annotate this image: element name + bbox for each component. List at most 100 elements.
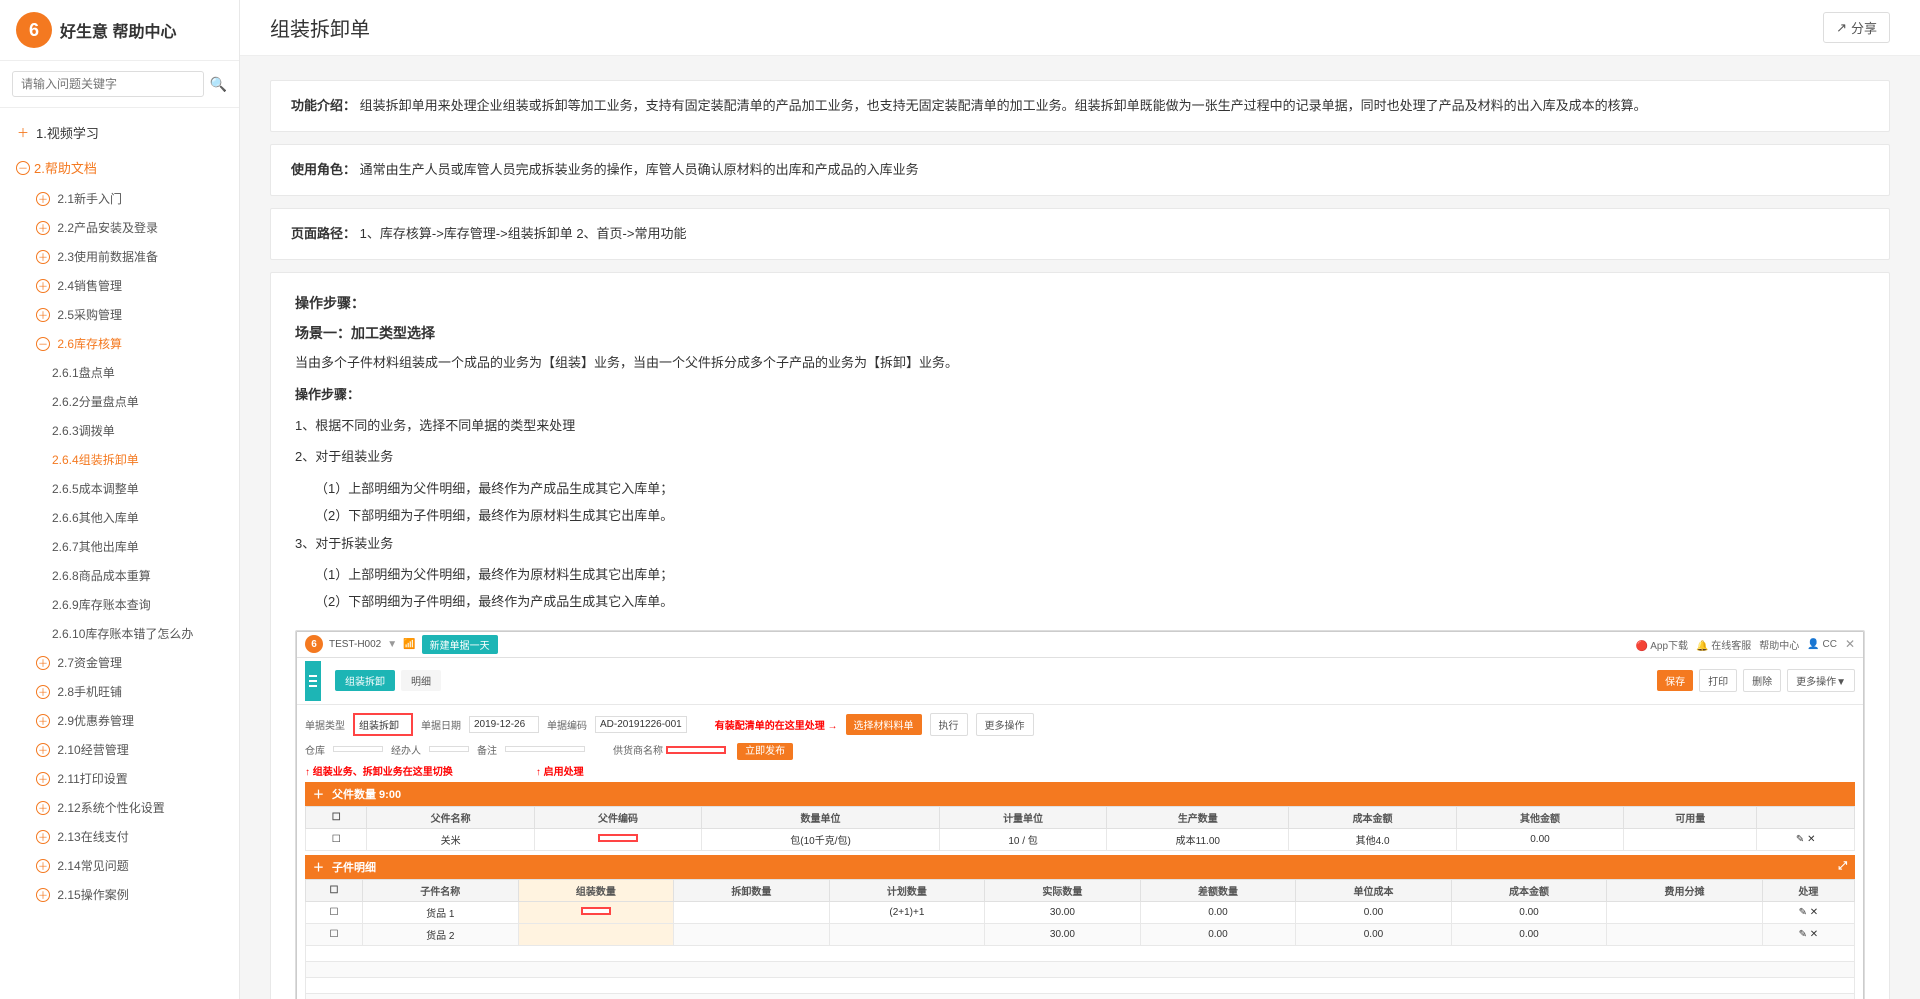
td-l-ops: ✎ ✕ bbox=[1762, 923, 1854, 945]
main-content: 功能介绍： 组装拆卸单用来处理企业组装或拆卸等加工业务，支持有固定装配清单的产品… bbox=[240, 56, 1920, 999]
lower-table-row bbox=[306, 945, 1855, 961]
th-l-name: 子件名称 bbox=[363, 879, 519, 901]
td-l-disassemble-qty bbox=[674, 901, 830, 923]
sidebar-item-cost-adjust[interactable]: 2.6.5成本调整单 bbox=[0, 474, 239, 503]
plus-icon-sm: ＋ bbox=[36, 250, 50, 264]
sidebar-item-video-learning[interactable]: ＋ 1.视频学习 bbox=[0, 116, 239, 149]
sidebar-item-faq[interactable]: ＋ 2.14常见问题 bbox=[0, 851, 239, 880]
td-qty-unit: 包(10千克/包) bbox=[702, 828, 940, 850]
th-other-amt: 其他金额 bbox=[1456, 806, 1623, 828]
fake-toolbar: 组装拆卸 明细 保存 打印 删除 更多操作▼ bbox=[297, 658, 1863, 705]
sidebar-item-customize[interactable]: ＋ 2.12系统个性化设置 bbox=[0, 793, 239, 822]
fake-print-btn: 打印 bbox=[1699, 669, 1737, 692]
search-input[interactable] bbox=[12, 71, 204, 97]
role-label: 使用角色： bbox=[291, 162, 356, 177]
share-button[interactable]: ↗ 分享 bbox=[1823, 12, 1890, 43]
plus-icon-sm: ＋ bbox=[36, 714, 50, 728]
empty-row bbox=[306, 977, 1855, 993]
sidebar-item-partial-count[interactable]: 2.6.2分量盘点单 bbox=[0, 387, 239, 416]
plus-icon-sm: ＋ bbox=[36, 192, 50, 206]
th-l-diff-qty: 差额数量 bbox=[1140, 879, 1296, 901]
sidebar-item-inventory-label: 2.6库存核算 bbox=[57, 337, 122, 351]
th-l-cost-amt: 成本金额 bbox=[1451, 879, 1607, 901]
td-cost-amt: 其他4.0 bbox=[1289, 828, 1456, 850]
sidebar-item-inventory-count[interactable]: 2.6.1盘点单 bbox=[0, 358, 239, 387]
empty-row bbox=[306, 961, 1855, 977]
sidebar-item-data-prep[interactable]: ＋ 2.3使用前数据准备 bbox=[0, 242, 239, 271]
td-l-name: 货品 2 bbox=[363, 923, 519, 945]
th-l-assemble-qty: 组装数量 bbox=[518, 879, 674, 901]
td-parent-name: 关米 bbox=[367, 828, 534, 850]
fake-form-area: 单据类型 组装拆卸 单据日期 2019-12-26 单据编码 AD-201912… bbox=[297, 705, 1863, 999]
sidebar-item-payment[interactable]: ＋ 2.13在线支付 bbox=[0, 822, 239, 851]
icon-line2 bbox=[309, 680, 317, 682]
search-box: 🔍 bbox=[0, 61, 239, 108]
fake-worker-value bbox=[429, 746, 469, 752]
sidebar-item-coupon[interactable]: ＋ 2.9优惠券管理 bbox=[0, 706, 239, 735]
plus-icon-sm: ＋ bbox=[36, 888, 50, 902]
sidebar-item-ledger-query[interactable]: 2.6.9库存账本查询 bbox=[0, 590, 239, 619]
step-2-1: （1）上部明细为父件明细，最终作为产成品生成其它入库单； bbox=[295, 477, 1865, 500]
td-l-unit-cost: 0.00 bbox=[1296, 901, 1452, 923]
sidebar-nav: ＋ 1.视频学习 － 2.帮助文档 ＋ 2.1新手入门 ＋ 2.2产品安装及登录 bbox=[0, 108, 239, 999]
app-name: 好生意 帮助中心 bbox=[60, 18, 176, 42]
th-cost-amt: 成本金额 bbox=[1289, 806, 1456, 828]
fake-app-topbar: 6 TEST-H002 ▼ 📶 新建单据一天 🔴 App下载 🔔 在线客服 帮助… bbox=[297, 632, 1863, 658]
td-l-disassemble-qty bbox=[674, 923, 830, 945]
sidebar-item-cost-recalc[interactable]: 2.6.8商品成本重算 bbox=[0, 561, 239, 590]
sidebar-item-print[interactable]: ＋ 2.11打印设置 bbox=[0, 764, 239, 793]
sidebar-item-ledger-error[interactable]: 2.6.10库存账本错了怎么办 bbox=[0, 619, 239, 648]
share-label: 分享 bbox=[1851, 18, 1877, 37]
sidebar-item-finance[interactable]: ＋ 2.7资金管理 bbox=[0, 648, 239, 677]
empty-row bbox=[306, 993, 1855, 999]
sidebar-item-cases[interactable]: ＋ 2.15操作案例 bbox=[0, 880, 239, 909]
sidebar-item-mobile[interactable]: ＋ 2.8手机旺铺 bbox=[0, 677, 239, 706]
sidebar-item-sales[interactable]: ＋ 2.4销售管理 bbox=[0, 271, 239, 300]
empty-row bbox=[306, 945, 1855, 961]
td-l-actual-qty: 30.00 bbox=[985, 923, 1141, 945]
annotation-switch-text: ↑ 组装业务、拆卸业务在这里切换 bbox=[305, 767, 453, 778]
sidebar-item-inventory[interactable]: － 2.6库存核算 bbox=[0, 329, 239, 358]
sidebar-item-purchase-label: 2.5采购管理 bbox=[57, 308, 122, 322]
sidebar-item-help-docs[interactable]: － 2.帮助文档 bbox=[0, 151, 239, 184]
fake-btn2: 更多操作 bbox=[976, 713, 1034, 736]
sidebar-item-newcomer[interactable]: ＋ 2.1新手入门 bbox=[0, 184, 239, 213]
td-l-assemble-qty bbox=[518, 901, 674, 923]
fake-tab-detail: 明细 bbox=[401, 670, 441, 691]
fake-screenshot: 6 TEST-H002 ▼ 📶 新建单据一天 🔴 App下载 🔔 在线客服 帮助… bbox=[296, 631, 1864, 999]
th-l-unit-cost: 单位成本 bbox=[1296, 879, 1452, 901]
fake-remark-value bbox=[505, 746, 585, 752]
annotation-activate-text: ↑ 启用处理 bbox=[536, 767, 584, 778]
fake-icon-apps: 🔴 App下载 bbox=[1636, 637, 1688, 652]
sidebar-item-install[interactable]: ＋ 2.2产品安装及登录 bbox=[0, 213, 239, 242]
td-l-cost-amt: 0.00 bbox=[1451, 901, 1607, 923]
td-l-assemble-qty bbox=[518, 923, 674, 945]
search-button[interactable]: 🔍 bbox=[210, 76, 227, 93]
sidebar-item-purchase[interactable]: ＋ 2.5采购管理 bbox=[0, 300, 239, 329]
fake-form-row-1: 单据类型 组装拆卸 单据日期 2019-12-26 单据编码 AD-201912… bbox=[305, 713, 1855, 736]
td-parent-code bbox=[534, 828, 701, 850]
sidebar-item-other-inbound[interactable]: 2.6.6其他入库单 bbox=[0, 503, 239, 532]
intro-label: 功能介绍： bbox=[291, 98, 356, 113]
steps-title: 操作步骤： bbox=[295, 293, 1865, 313]
th-qty-unit: 数量单位 bbox=[702, 806, 940, 828]
fake-supplier-value bbox=[666, 746, 726, 754]
step-3-1: （1）上部明细为父件明细，最终作为原材料生成其它出库单； bbox=[295, 563, 1865, 586]
intro-text: 组装拆卸单用来处理企业组装或拆卸等加工业务，支持有固定装配清单的产品加工业务，也… bbox=[360, 98, 1647, 113]
lower-header-row: ☐ 子件名称 组装数量 拆卸数量 计划数量 实际数量 差额数量 单位成本 成本金 bbox=[306, 879, 1855, 901]
fake-tab-assembly: 组装拆卸 bbox=[335, 670, 395, 691]
sidebar-item-transfer[interactable]: 2.6.3调拨单 bbox=[0, 416, 239, 445]
td-measure: 10 / 包 bbox=[939, 828, 1106, 850]
sidebar-item-assembly[interactable]: 2.6.4组装拆卸单 bbox=[0, 445, 239, 474]
fake-more-btn: 更多操作▼ bbox=[1787, 669, 1855, 692]
sidebar-item-other-outbound[interactable]: 2.6.7其他出库单 bbox=[0, 532, 239, 561]
sidebar-item-operations[interactable]: ＋ 2.10经营管理 bbox=[0, 735, 239, 764]
fake-user-avatar: 👤 CC bbox=[1807, 639, 1837, 650]
th-l-plan-qty: 计划数量 bbox=[829, 879, 985, 901]
fake-code-label: 单据编码 bbox=[547, 717, 587, 732]
fake-upper-header: ＋ 父件数量 9:00 bbox=[305, 782, 1855, 806]
fake-upper-table: ☐ 父件名称 父件编码 数量单位 计量单位 生产数量 成本金额 其他金额 可用量 bbox=[305, 806, 1855, 851]
lower-table-row bbox=[306, 993, 1855, 999]
logo-icon: 6 bbox=[16, 12, 52, 48]
td-prod-qty: 成本11.00 bbox=[1107, 828, 1289, 850]
